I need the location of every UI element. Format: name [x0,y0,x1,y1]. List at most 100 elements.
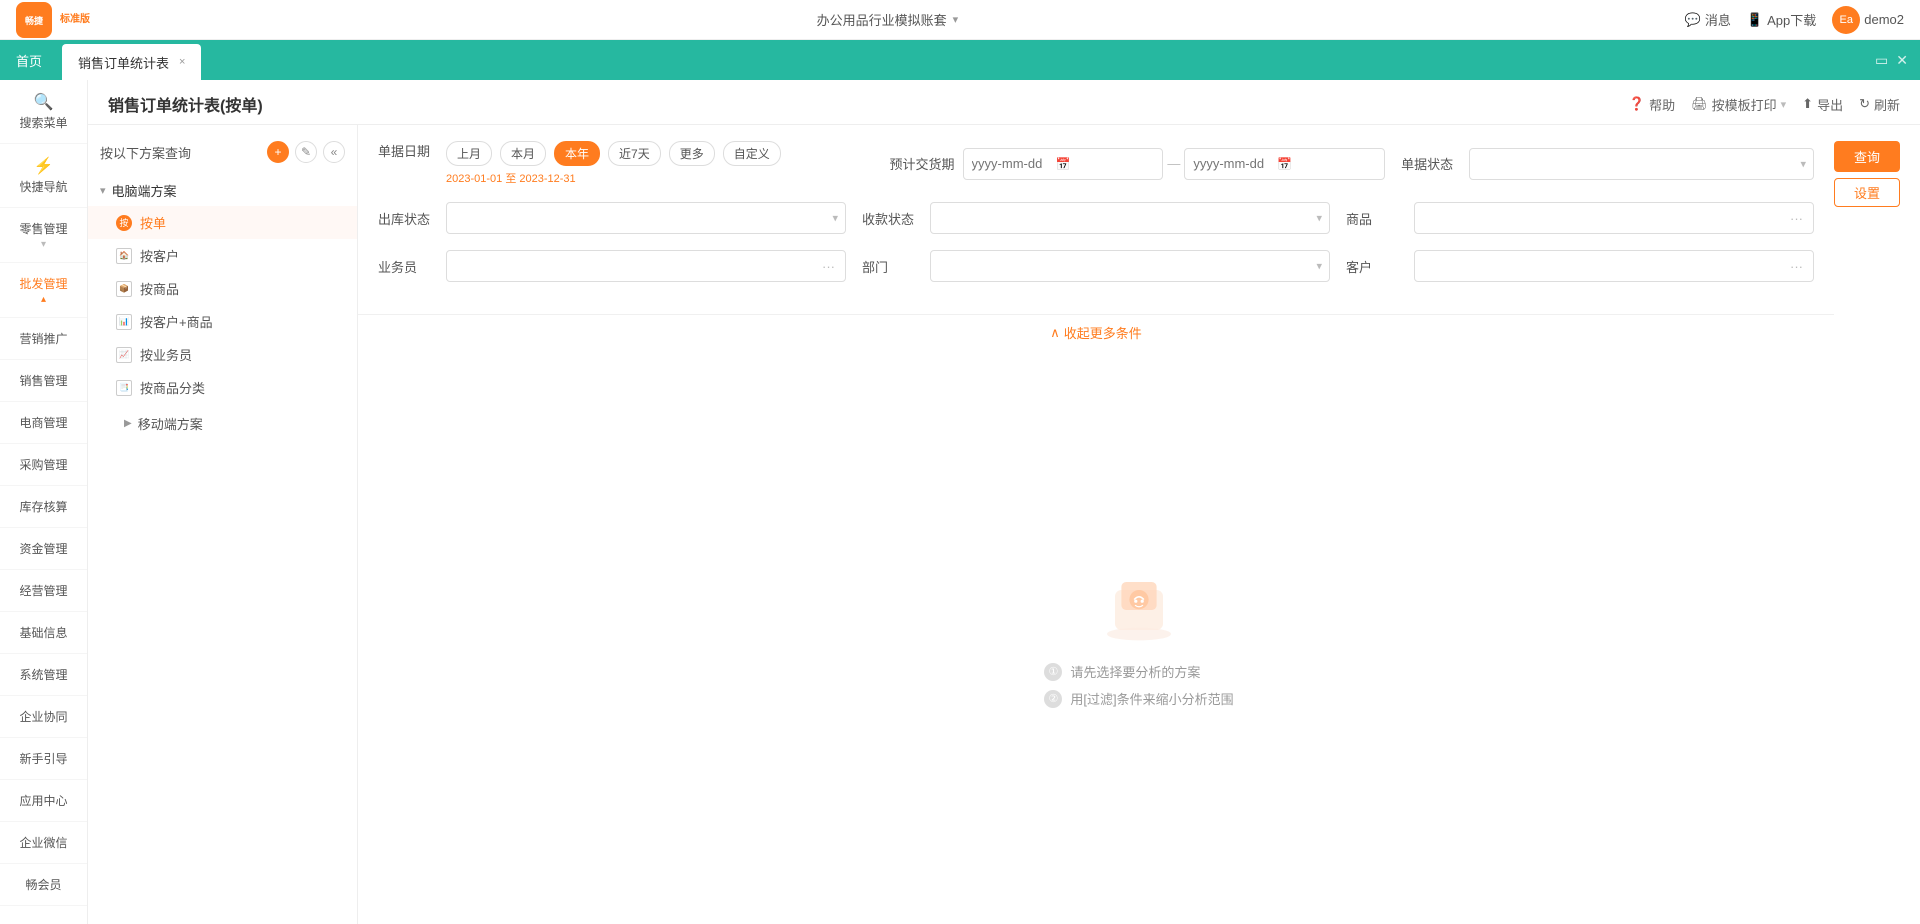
tab-home[interactable]: 首页 [0,40,58,80]
collapse-label: 收起更多条件 [1064,323,1142,342]
sidebar-item-member[interactable]: 畅会员 [0,864,87,906]
date-tag-this-month[interactable]: 本月 [500,141,546,166]
date-separator: — [1167,156,1180,171]
sidebar-item-operations[interactable]: 经营管理 [0,570,87,612]
sidebar-item-wechat[interactable]: 企业微信 [0,822,87,864]
sidebar-item-search[interactable]: 🔍 搜索菜单 [0,80,87,144]
scheme-panel: 按以下方案查询 + ✎ « ▾ 电脑端方案 按 按单 [88,125,358,924]
user-avatar-btn[interactable]: Ea demo2 [1832,6,1904,34]
forecast-start-date[interactable]: 📅 [963,148,1164,180]
by-sales-label: 按业务员 [140,345,192,364]
date-tag-custom[interactable]: 自定义 [723,141,781,166]
refresh-btn[interactable]: ↻ 刷新 [1859,95,1900,114]
export-btn[interactable]: ⬆ 导出 [1802,95,1843,114]
message-btn[interactable]: 💬 消息 [1685,10,1731,29]
order-status-select-wrapper: ▾ [1469,148,1814,180]
scheme-item-by-category[interactable]: 📑 按商品分类 [88,371,357,404]
forecast-end-date[interactable]: 📅 [1184,148,1385,180]
sidebar-item-apps[interactable]: 应用中心 [0,780,87,822]
sidebar-item-newbie[interactable]: 新手引导 [0,738,87,780]
tab-active[interactable]: 销售订单统计表 × [62,44,201,80]
app-dropdown-icon[interactable]: ▾ [953,13,959,26]
apps-label: 应用中心 [19,792,67,809]
search-icon: 🔍 [34,92,54,112]
forecast-date-range: 📅 — 📅 [963,148,1386,180]
settings-button[interactable]: 设置 [1834,178,1900,207]
sidebar-item-base[interactable]: 基础信息 [0,612,87,654]
sidebar-item-quicknav[interactable]: ⚡ 快捷导航 [0,144,87,208]
scheme-collapse-btn[interactable]: « [323,141,345,163]
date-tag-this-year[interactable]: 本年 [554,141,600,166]
scheme-header-left: 按以下方案查询 [100,143,191,162]
customer-dots: ··· [1790,259,1803,274]
scheme-item-by-sales[interactable]: 📈 按业务员 [88,338,357,371]
scheme-item-by-customer[interactable]: 🏠 按客户 [88,239,357,272]
out-status-select[interactable] [446,202,846,234]
member-label: 畅会员 [25,876,61,893]
forecast-end-input[interactable] [1193,156,1273,171]
receipt-status-label: 收款状态 [862,209,922,228]
forecast-start-input[interactable] [972,156,1052,171]
close-window-icon[interactable]: ✕ [1896,52,1908,69]
inventory-label: 库存核算 [19,498,67,515]
by-cp-icon: 📊 [116,314,132,330]
customer-field: 客户 ··· [1346,250,1814,282]
pc-scheme-group-title[interactable]: ▾ 电脑端方案 [88,175,357,206]
topbar: 畅捷 标准版 办公用品行业模拟账套 ▾ 💬 消息 📱 App下载 Ea demo… [0,0,1920,40]
out-status-select-wrapper: ▾ [446,202,846,234]
sidebar-item-retail[interactable]: 零售管理 ▾ [0,208,87,263]
by-customer-label: 按客户 [140,246,179,265]
date-tag-last-month[interactable]: 上月 [446,141,492,166]
scheme-item-by-customer-product[interactable]: 📊 按客户+商品 [88,305,357,338]
tip-num-1: ① [1044,663,1062,681]
scheme-item-by-product[interactable]: 📦 按商品 [88,272,357,305]
operations-label: 经营管理 [19,582,67,599]
print-dropdown-icon[interactable]: ▾ [1781,98,1787,111]
right-btn-group: 查询 设置 [1834,125,1920,207]
filter-row-2: 出库状态 ▾ 收款状态 [378,202,1814,234]
app-download-btn[interactable]: 📱 App下载 [1747,10,1816,29]
mobile-scheme-group-title[interactable]: ▶ 移动端方案 [100,408,357,439]
app-download-label: App下载 [1767,10,1816,29]
sidebar-item-purchase[interactable]: 采购管理 [0,444,87,486]
help-btn[interactable]: ❓ 帮助 [1629,95,1675,114]
forecast-date-label: 预计交货期 [890,154,955,173]
sales-dots: ··· [822,259,835,274]
sidebar-item-inventory[interactable]: 库存核算 [0,486,87,528]
sidebar-item-marketing[interactable]: 营销推广 [0,318,87,360]
sidebar-item-wholesale[interactable]: 批发管理 ▴ [0,263,87,318]
template-print-btn[interactable]: 🖨 按模板打印 ▾ [1691,95,1786,114]
sales-filter-label: 业务员 [378,257,438,276]
filter-and-buttons: 单据日期 上月 本月 本年 近7天 更多 自定义 [358,125,1920,350]
marketing-label: 营销推广 [19,330,67,347]
close-tab-icon[interactable]: × [179,56,185,68]
sidebar-item-system[interactable]: 系统管理 [0,654,87,696]
order-status-select[interactable] [1469,148,1814,180]
query-button[interactable]: 查询 [1834,141,1900,172]
minimize-icon[interactable]: ▭ [1875,52,1888,69]
topbar-center[interactable]: 办公用品行业模拟账套 ▾ [817,10,959,29]
date-tag-7days[interactable]: 近7天 [608,141,661,166]
help-label: 帮助 [1649,95,1675,114]
scheme-add-btn[interactable]: + [267,141,289,163]
sidebar-item-finance[interactable]: 资金管理 [0,528,87,570]
date-tag-more[interactable]: 更多 [669,141,715,166]
customer-input[interactable]: ··· [1414,250,1814,282]
quicknav-label: 快捷导航 [19,178,67,195]
topbar-left: 畅捷 标准版 [16,2,90,38]
wholesale-label: 批发管理 [19,275,67,292]
sidebar-item-sales[interactable]: 销售管理 [0,360,87,402]
dept-select[interactable] [930,250,1330,282]
sales-input[interactable]: ··· [446,250,846,282]
out-status-label: 出库状态 [378,209,438,228]
scheme-item-by-order[interactable]: 按 按单 [88,206,357,239]
scheme-edit-btn[interactable]: ✎ [295,141,317,163]
sidebar-item-ecommerce[interactable]: 电商管理 [0,402,87,444]
collapse-bar[interactable]: ∧ 收起更多条件 [358,314,1834,350]
svg-text:畅捷: 畅捷 [25,15,44,26]
sidebar-item-enterprise[interactable]: 企业协同 [0,696,87,738]
receipt-status-select[interactable] [930,202,1330,234]
empty-tips: ① 请先选择要分析的方案 ② 用[过滤]条件来缩小分析范围 [1044,662,1233,708]
tip-text-2: 用[过滤]条件来缩小分析范围 [1070,689,1233,708]
product-input[interactable]: ··· [1414,202,1814,234]
